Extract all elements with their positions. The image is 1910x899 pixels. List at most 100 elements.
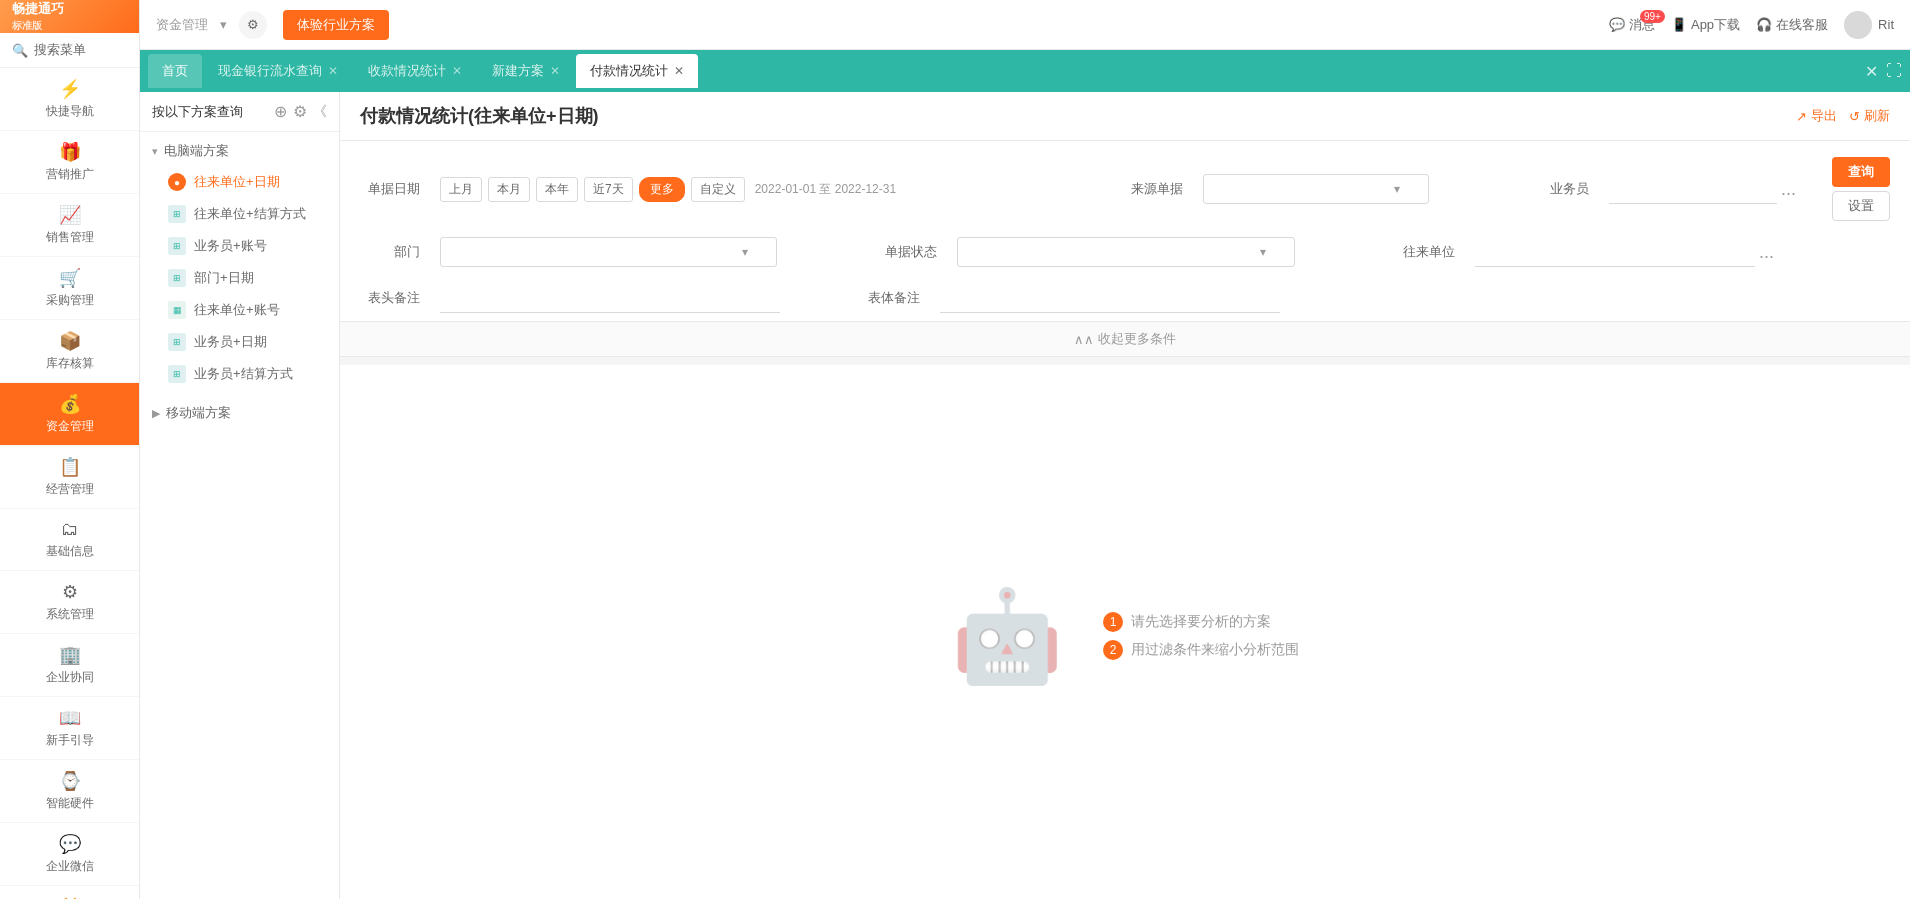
collapse-more-conditions[interactable]: ∧∧ 收起更多条件 (340, 321, 1910, 356)
table-scheme-icon-4: ⊞ (168, 333, 186, 351)
sidebar-item-quick-nav[interactable]: ⚡ 快捷导航 (0, 68, 139, 131)
topbar: 资金管理 ▾ ⚙ 体验行业方案 💬 消息 99+ 📱 App下载 🎧 在线客服 … (140, 0, 1910, 50)
sales-label: 销售管理 (46, 229, 94, 246)
scheme-item-dept-date[interactable]: ⊞ 部门+日期 (140, 262, 339, 294)
sidebar-item-enterprise[interactable]: 🏢 企业协同 (0, 634, 139, 697)
sidebar-item-basic-info[interactable]: 🗂 基础信息 (0, 509, 139, 571)
sidebar-item-purchase[interactable]: 🛒 采购管理 (0, 257, 139, 320)
expand-tabs-icon[interactable]: ⛶ (1886, 62, 1902, 80)
settings-button[interactable]: 设置 (1832, 191, 1890, 221)
this-year-btn[interactable]: 本年 (536, 177, 578, 202)
close-all-tabs-icon[interactable]: ✕ (1865, 62, 1878, 81)
doc-status-label: 单据状态 (877, 243, 937, 261)
topbar-dropdown-icon[interactable]: ▾ (220, 17, 227, 32)
scheme-item-staff-settlement[interactable]: ⊞ 业务员+结算方式 (140, 358, 339, 390)
main-area: 资金管理 ▾ ⚙ 体验行业方案 💬 消息 99+ 📱 App下载 🎧 在线客服 … (140, 0, 1910, 899)
scheme-settings-icon[interactable]: ⚙ (293, 102, 307, 121)
tab-new-scheme[interactable]: 新建方案 ✕ (478, 54, 574, 88)
sidebar-search[interactable]: 🔍 搜索菜单 (0, 33, 139, 68)
payment-stats-tab-label: 付款情况统计 (590, 62, 668, 80)
search-label: 搜索菜单 (34, 41, 86, 59)
hint-num-2: 2 (1103, 640, 1123, 660)
staff-dots[interactable]: ... (1781, 179, 1796, 200)
query-button[interactable]: 查询 (1832, 157, 1890, 187)
sidebar-item-inventory[interactable]: 📦 库存核算 (0, 320, 139, 383)
receipt-stats-tab-label: 收款情况统计 (368, 62, 446, 80)
dept-chevron-icon: ▾ (742, 245, 748, 259)
hardware-label: 智能硬件 (46, 795, 94, 812)
source-filter-label: 来源单据 (1123, 180, 1183, 198)
tab-home[interactable]: 首页 (148, 54, 202, 88)
scheme-item-staff-date[interactable]: ⊞ 业务员+日期 (140, 326, 339, 358)
export-button[interactable]: ↗ 导出 (1796, 107, 1837, 125)
dept-filter-label: 部门 (360, 243, 420, 261)
page-body: 按以下方案查询 ⊕ ⚙ 《 ▾ 电脑端方案 ● 往来单位+日期 ⊞ (140, 92, 1910, 899)
left-scheme-panel: 按以下方案查询 ⊕ ⚙ 《 ▾ 电脑端方案 ● 往来单位+日期 ⊞ (140, 92, 340, 899)
table-body-remark-input[interactable] (940, 283, 1280, 313)
partner-input[interactable] (1475, 237, 1755, 267)
last-month-btn[interactable]: 上月 (440, 177, 482, 202)
source-select[interactable]: ▾ (1203, 174, 1428, 204)
scheme-item-staff-account[interactable]: ⊞ 业务员+账号 (140, 230, 339, 262)
more-dates-btn[interactable]: 更多 (639, 177, 685, 202)
date-filter-buttons: 上月 本月 本年 近7天 更多 自定义 2022-01-01 至 2022-12… (440, 177, 896, 202)
tab-cash-flow[interactable]: 现金银行流水查询 ✕ (204, 54, 352, 88)
sidebar-item-hardware[interactable]: ⌚ 智能硬件 (0, 760, 139, 823)
sidebar-item-system[interactable]: ⚙ 系统管理 (0, 571, 139, 634)
app-icon: 📱 (1671, 17, 1687, 32)
scheme-item-partner-date[interactable]: ● 往来单位+日期 (140, 166, 339, 198)
hint-text-2: 用过滤条件来缩小分析范围 (1131, 641, 1299, 659)
this-month-btn[interactable]: 本月 (488, 177, 530, 202)
table-body-remark-label: 表体备注 (860, 289, 920, 307)
scheme-item-partner-account[interactable]: ▦ 往来单位+账号 (140, 294, 339, 326)
tab-payment-stats[interactable]: 付款情况统计 ✕ (576, 54, 698, 88)
desktop-group-title[interactable]: ▾ 电脑端方案 (140, 136, 339, 166)
scheme-item-partner-settlement[interactable]: ⊞ 往来单位+结算方式 (140, 198, 339, 230)
dept-date-label: 部门+日期 (194, 269, 254, 287)
desktop-scheme-group: ▾ 电脑端方案 ● 往来单位+日期 ⊞ 往来单位+结算方式 ⊞ 业务员+账号 ⊞ (140, 132, 339, 394)
table-header-remark-input[interactable] (440, 283, 780, 313)
sidebar-item-guide[interactable]: 📖 新手引导 (0, 697, 139, 760)
table-scheme-icon-5: ⊞ (168, 365, 186, 383)
add-scheme-icon[interactable]: ⊕ (274, 102, 287, 121)
doc-status-select[interactable]: ▾ (957, 237, 1294, 267)
filter-content: 单据日期 上月 本月 本年 近7天 更多 自定义 2022-01-01 至 20… (340, 141, 1910, 321)
sidebar-item-wechat[interactable]: 💬 企业微信 (0, 823, 139, 886)
partner-dots[interactable]: ... (1759, 242, 1774, 263)
cash-flow-tab-label: 现金银行流水查询 (218, 62, 322, 80)
sidebar-item-marketing[interactable]: 🎁 营销推广 (0, 131, 139, 194)
staff-filter-label: 业务员 (1529, 180, 1589, 198)
basic-info-label: 基础信息 (46, 543, 94, 560)
payment-stats-tab-close-icon[interactable]: ✕ (674, 64, 684, 78)
collapse-panel-icon[interactable]: 《 (313, 103, 327, 121)
receipt-stats-tab-close-icon[interactable]: ✕ (452, 64, 462, 78)
message-btn[interactable]: 💬 消息 99+ (1609, 16, 1655, 34)
capital-icon: 💰 (59, 393, 81, 415)
left-panel-title: 按以下方案查询 (152, 103, 243, 121)
refresh-button[interactable]: ↺ 刷新 (1849, 107, 1890, 125)
purchase-icon: 🛒 (59, 267, 81, 289)
date-range-display: 2022-01-01 至 2022-12-31 (755, 181, 896, 198)
staff-input[interactable] (1609, 174, 1777, 204)
trial-button[interactable]: 体验行业方案 (283, 10, 389, 40)
app-download-btn[interactable]: 📱 App下载 (1671, 16, 1740, 34)
topbar-right: 💬 消息 99+ 📱 App下载 🎧 在线客服 Rit (1609, 11, 1894, 39)
enterprise-label: 企业协同 (46, 669, 94, 686)
custom-date-btn[interactable]: 自定义 (691, 177, 745, 202)
sidebar-item-capital[interactable]: 💰 资金管理 (0, 383, 139, 446)
last-7-btn[interactable]: 近7天 (584, 177, 633, 202)
capital-label: 资金管理 (46, 418, 94, 435)
dept-select[interactable]: ▾ (440, 237, 777, 267)
sidebar-item-member[interactable]: 👑 畅会员 (0, 886, 139, 899)
wechat-label: 企业微信 (46, 858, 94, 875)
cash-flow-tab-close-icon[interactable]: ✕ (328, 64, 338, 78)
tabs-right-actions: ✕ ⛶ (1865, 62, 1902, 81)
topbar-settings-btn[interactable]: ⚙ (239, 11, 267, 39)
online-service-btn[interactable]: 🎧 在线客服 (1756, 16, 1828, 34)
mobile-group-title[interactable]: ▶ 移动端方案 (140, 398, 339, 428)
headset-icon: 🎧 (1756, 17, 1772, 32)
sidebar-item-management[interactable]: 📋 经营管理 (0, 446, 139, 509)
sidebar-item-sales[interactable]: 📈 销售管理 (0, 194, 139, 257)
new-scheme-tab-close-icon[interactable]: ✕ (550, 64, 560, 78)
tab-receipt-stats[interactable]: 收款情况统计 ✕ (354, 54, 476, 88)
